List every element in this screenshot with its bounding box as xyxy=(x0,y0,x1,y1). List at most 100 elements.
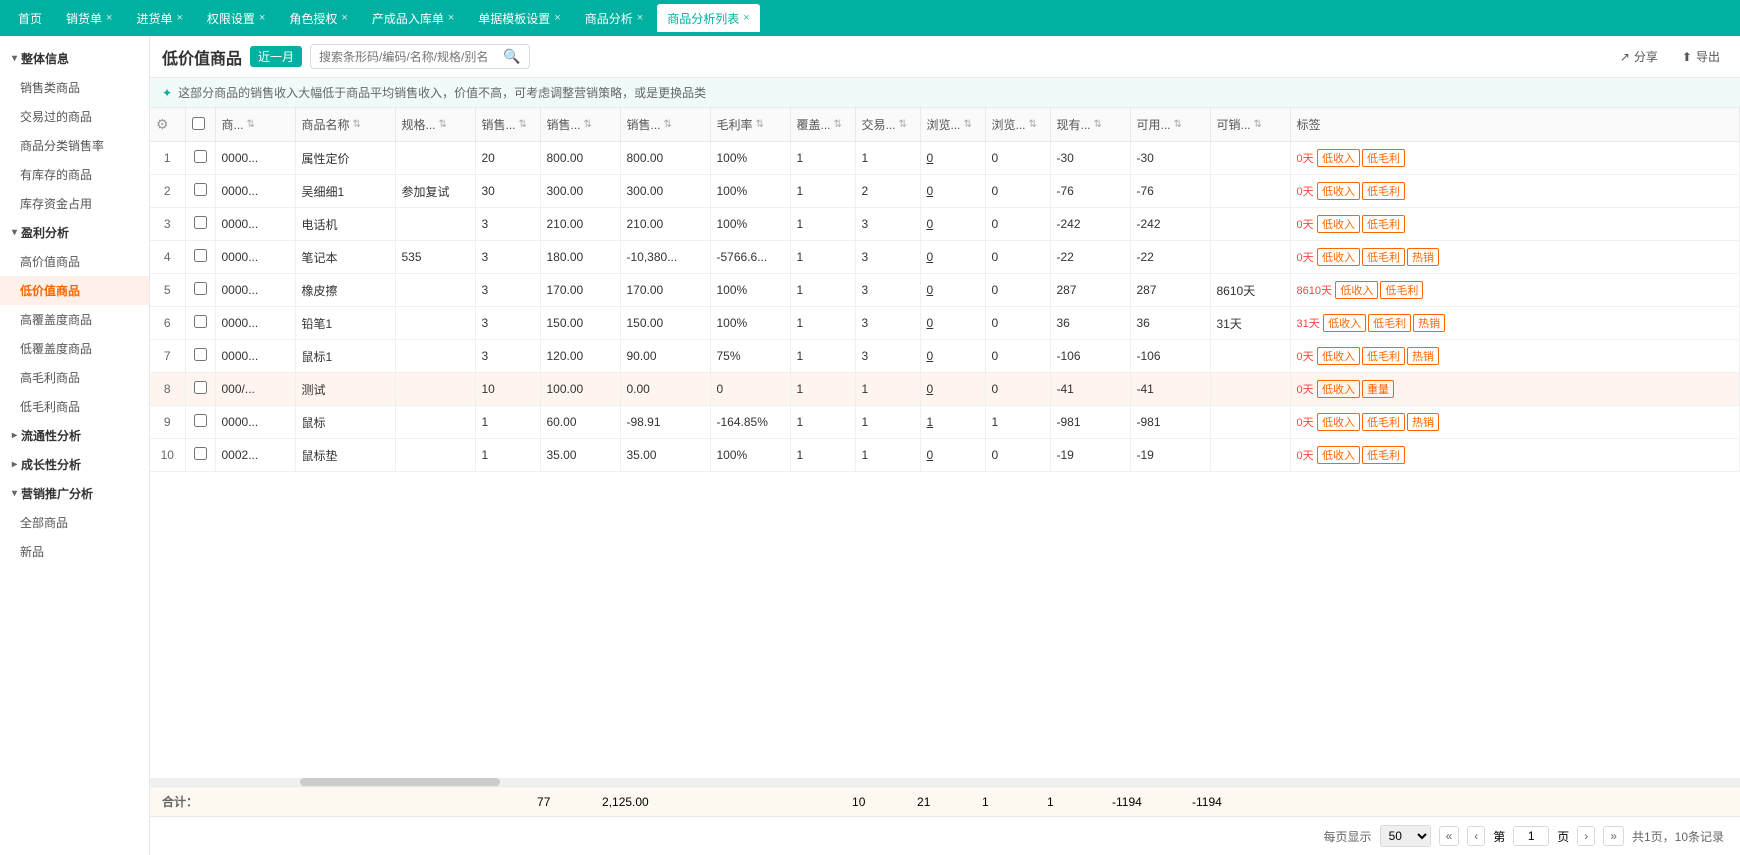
row-checkbox[interactable] xyxy=(194,447,207,460)
row-checkbox[interactable] xyxy=(194,381,207,394)
sort-icon[interactable]: ⇅ xyxy=(834,119,842,130)
sidebar-item-all-products[interactable]: 全部商品 xyxy=(0,508,149,537)
row-coverage: 1 xyxy=(790,142,855,175)
sort-icon[interactable]: ⇅ xyxy=(439,119,447,130)
first-page-button[interactable]: « xyxy=(1439,826,1460,846)
per-page-select[interactable]: 50 100 200 xyxy=(1380,825,1431,847)
filter-tag-month[interactable]: 近一月 xyxy=(250,46,302,67)
nav-close-icon[interactable]: × xyxy=(106,12,112,24)
sidebar-item-high-margin[interactable]: 高毛利商品 xyxy=(0,363,149,392)
view1-link[interactable]: 0 xyxy=(927,349,934,363)
next-page-button[interactable]: › xyxy=(1577,826,1595,846)
nav-home[interactable]: 首页 xyxy=(8,4,52,32)
view1-link[interactable]: 0 xyxy=(927,316,934,330)
view1-link[interactable]: 0 xyxy=(927,184,934,198)
nav-product-instock[interactable]: 产成品入库单 × xyxy=(362,4,464,32)
sort-icon[interactable]: ⇅ xyxy=(1029,119,1037,130)
last-page-button[interactable]: » xyxy=(1603,826,1624,846)
row-view2: 0 xyxy=(985,241,1050,274)
nav-product-analysis[interactable]: 商品分析 × xyxy=(575,4,653,32)
nav-role-auth[interactable]: 角色授权 × xyxy=(279,4,357,32)
sidebar-item-low-coverage[interactable]: 低覆盖度商品 xyxy=(0,334,149,363)
row-spec xyxy=(395,439,475,472)
export-button[interactable]: ⬆ 导出 xyxy=(1674,44,1728,69)
nav-permission-settings[interactable]: 权限设置 × xyxy=(197,4,275,32)
sort-icon[interactable]: ⇅ xyxy=(899,119,907,130)
row-checkbox[interactable] xyxy=(194,183,207,196)
share-button[interactable]: ↗ 分享 xyxy=(1612,44,1666,69)
nav-purchase-order[interactable]: 进货单 × xyxy=(126,4,192,32)
tag-badge: 热销 xyxy=(1407,347,1439,365)
table-scroll-thumb[interactable] xyxy=(300,778,500,786)
prev-page-button[interactable]: ‹ xyxy=(1467,826,1485,846)
nav-close-icon[interactable]: × xyxy=(259,12,265,24)
table-container[interactable]: ⚙ 商...⇅ 商品名称⇅ 规格...⇅ xyxy=(150,108,1740,778)
row-checkbox[interactable] xyxy=(194,216,207,229)
row-checkbox[interactable] xyxy=(194,282,207,295)
sidebar-item-instock-products[interactable]: 有库存的商品 xyxy=(0,160,149,189)
sidebar-group-liquidity[interactable]: ▸ 流通性分析 xyxy=(0,421,149,450)
row-sales-qty: 3 xyxy=(475,241,540,274)
sort-icon[interactable]: ⇅ xyxy=(664,119,672,130)
sidebar-item-traded-products[interactable]: 交易过的商品 xyxy=(0,102,149,131)
nav-close-icon[interactable]: × xyxy=(554,12,560,24)
sidebar-item-low-margin[interactable]: 低毛利商品 xyxy=(0,392,149,421)
view1-link[interactable]: 1 xyxy=(927,415,934,429)
nav-close-icon[interactable]: × xyxy=(743,12,749,24)
row-sellable xyxy=(1210,439,1290,472)
sort-icon[interactable]: ⇅ xyxy=(1174,119,1182,130)
view1-link[interactable]: 0 xyxy=(927,448,934,462)
row-checkbox[interactable] xyxy=(194,348,207,361)
row-code: 0000... xyxy=(215,142,295,175)
sidebar-group-overall[interactable]: ▾ 整体信息 xyxy=(0,44,149,73)
sidebar-item-stock-capital[interactable]: 库存资金占用 xyxy=(0,189,149,218)
row-tags: 0天 低收入低毛利热销 xyxy=(1290,340,1740,373)
settings-icon[interactable]: ⚙ xyxy=(156,116,169,132)
row-num: 7 xyxy=(150,340,185,373)
nav-template-settings[interactable]: 单据模板设置 × xyxy=(468,4,570,32)
th-settings[interactable]: ⚙ xyxy=(150,108,185,142)
sidebar-item-high-coverage[interactable]: 高覆盖度商品 xyxy=(0,305,149,334)
sidebar-item-new-products[interactable]: 新品 xyxy=(0,537,149,566)
row-checkbox[interactable] xyxy=(194,315,207,328)
sort-icon[interactable]: ⇅ xyxy=(353,119,361,130)
sort-icon[interactable]: ⇅ xyxy=(1094,119,1102,130)
sidebar-group-profit[interactable]: ▾ 盈利分析 xyxy=(0,218,149,247)
sidebar-item-sales-products[interactable]: 销售类商品 xyxy=(0,73,149,102)
view1-link[interactable]: 0 xyxy=(927,151,934,165)
search-icon[interactable]: 🔍 xyxy=(503,48,520,65)
table-scrollbar[interactable] xyxy=(150,778,1740,786)
sort-icon[interactable]: ⇅ xyxy=(519,119,527,130)
row-checkbox[interactable] xyxy=(194,249,207,262)
nav-close-icon[interactable]: × xyxy=(637,12,643,24)
nav-close-icon[interactable]: × xyxy=(341,12,347,24)
row-name: 电话机 xyxy=(295,208,395,241)
tag-badge: 热销 xyxy=(1407,248,1439,266)
sidebar-item-low-value[interactable]: 低价值商品 xyxy=(0,276,149,305)
nav-close-icon[interactable]: × xyxy=(176,12,182,24)
nav-sales-order[interactable]: 销货单 × xyxy=(56,4,122,32)
row-checkbox[interactable] xyxy=(194,150,207,163)
sort-icon[interactable]: ⇅ xyxy=(1254,119,1262,130)
view1-link[interactable]: 0 xyxy=(927,382,934,396)
row-trade: 3 xyxy=(855,274,920,307)
nav-close-icon[interactable]: × xyxy=(448,12,454,24)
page-number-input[interactable] xyxy=(1513,826,1549,846)
search-input[interactable] xyxy=(319,50,499,64)
days-badge: 8610天 xyxy=(1297,285,1332,297)
sidebar-group-marketing[interactable]: ▾ 营销推广分析 xyxy=(0,479,149,508)
view1-link[interactable]: 0 xyxy=(927,283,934,297)
nav-product-analysis-list[interactable]: 商品分析列表 × xyxy=(657,4,759,32)
view1-link[interactable]: 0 xyxy=(927,217,934,231)
sidebar-item-category-sales-rate[interactable]: 商品分类销售率 xyxy=(0,131,149,160)
sidebar-item-high-value[interactable]: 高价值商品 xyxy=(0,247,149,276)
sidebar-group-growth[interactable]: ▸ 成长性分析 xyxy=(0,450,149,479)
select-all-checkbox[interactable] xyxy=(192,117,205,130)
sort-icon[interactable]: ⇅ xyxy=(584,119,592,130)
sort-icon[interactable]: ⇅ xyxy=(756,119,764,130)
sort-icon[interactable]: ⇅ xyxy=(247,119,255,130)
sort-icon[interactable]: ⇅ xyxy=(964,119,972,130)
row-checkbox[interactable] xyxy=(194,414,207,427)
row-sales-qty: 3 xyxy=(475,340,540,373)
view1-link[interactable]: 0 xyxy=(927,250,934,264)
